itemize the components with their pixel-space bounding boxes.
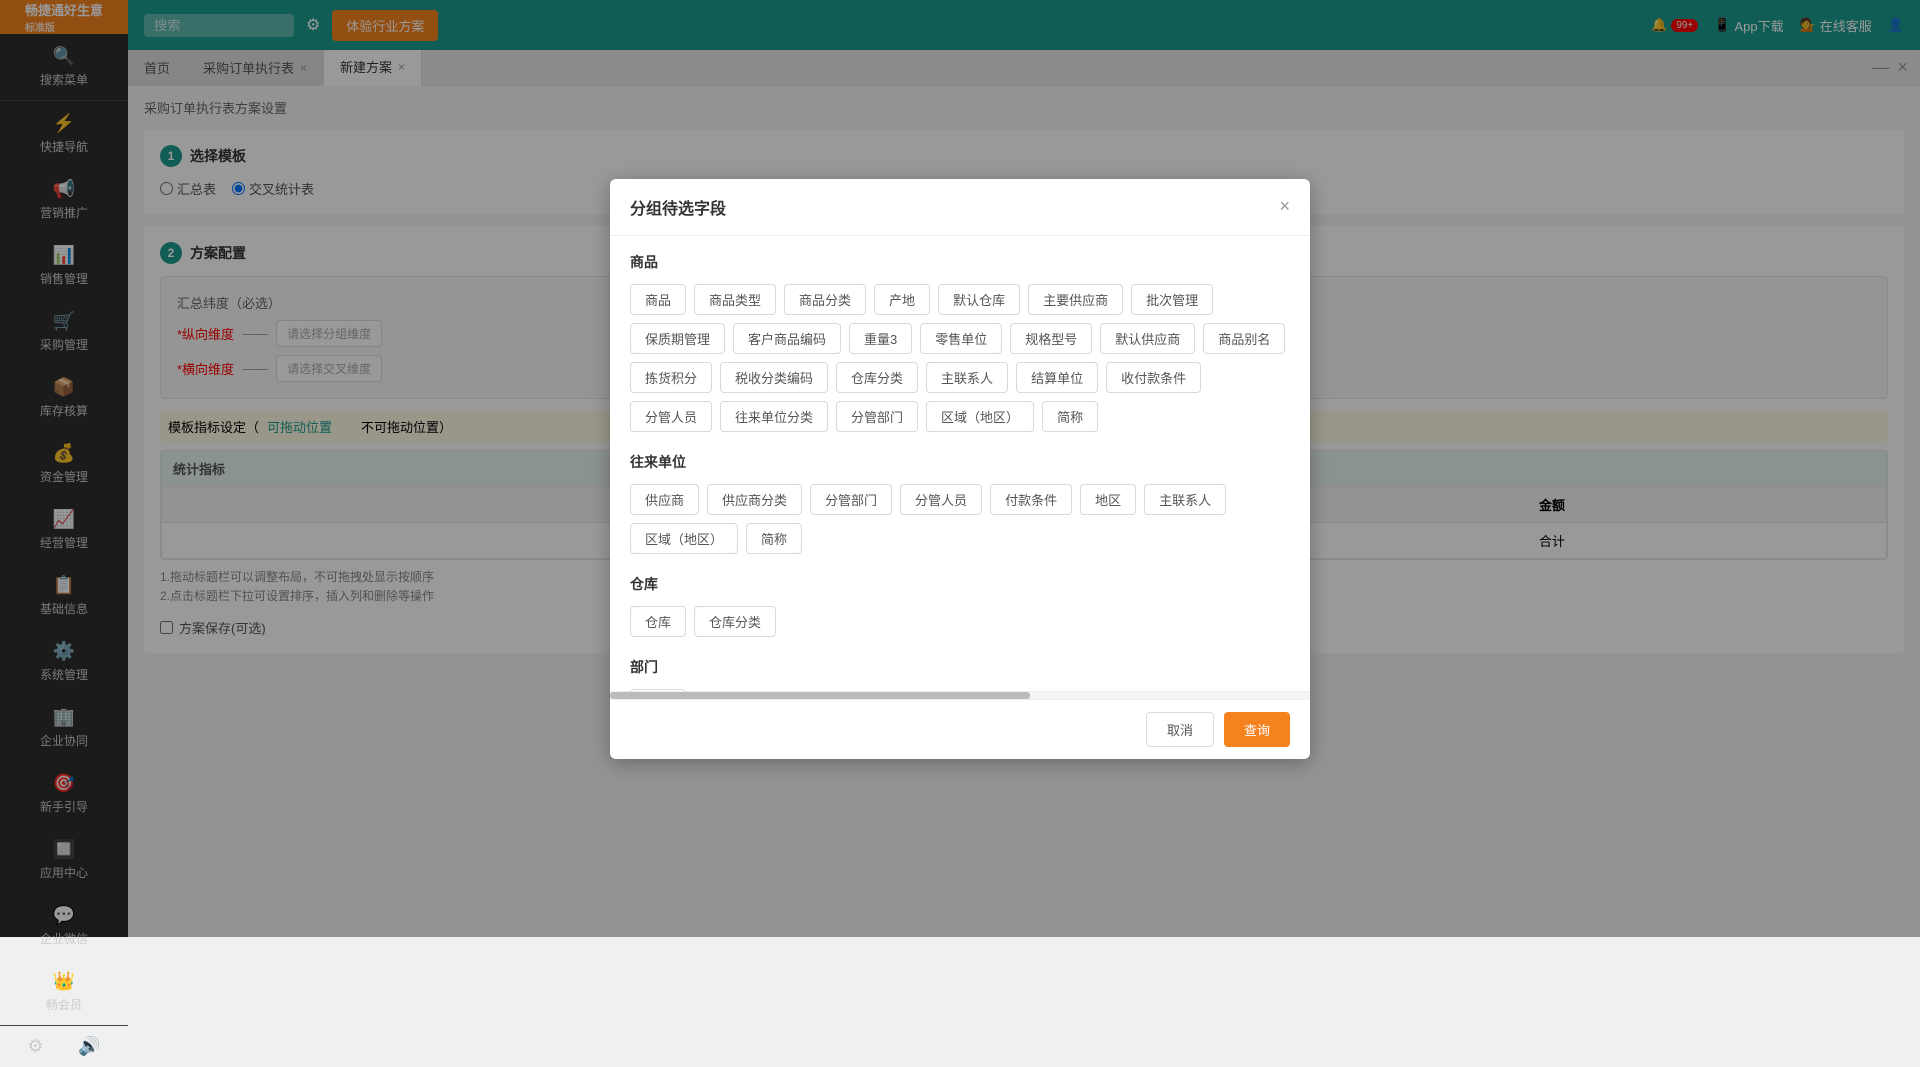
- field-tag[interactable]: 分管部门: [836, 401, 918, 432]
- warehouse-section: 仓库 仓库仓库分类: [630, 574, 1290, 637]
- field-tag[interactable]: 结算单位: [1016, 362, 1098, 393]
- field-tag[interactable]: 收付款条件: [1106, 362, 1201, 393]
- modal-title: 分组待选字段: [630, 195, 726, 219]
- warehouse-section-title: 仓库: [630, 574, 1290, 594]
- field-tag[interactable]: 默认仓库: [938, 284, 1020, 315]
- field-tag[interactable]: 客户商品编码: [733, 323, 841, 354]
- field-tag[interactable]: 分管人员: [900, 484, 982, 515]
- modal-close-icon[interactable]: ×: [1279, 196, 1290, 217]
- field-tag[interactable]: 区域（地区）: [630, 523, 738, 554]
- field-tag[interactable]: 商品分类: [784, 284, 866, 315]
- field-tag[interactable]: 商品: [630, 284, 686, 315]
- field-tag[interactable]: 拣货积分: [630, 362, 712, 393]
- partner-section-title: 往来单位: [630, 452, 1290, 472]
- partner-section: 往来单位 供应商供应商分类分管部门分管人员付款条件地区主联系人区域（地区） 简称: [630, 452, 1290, 554]
- field-tag[interactable]: 仓库: [630, 606, 686, 637]
- field-select-modal: 分组待选字段 × 商品 商品商品类型商品分类产地默认仓库主要供应商批次管理保质期…: [610, 179, 1310, 759]
- field-tag[interactable]: 重量3: [849, 323, 912, 354]
- partner-field-tags: 供应商供应商分类分管部门分管人员付款条件地区主联系人区域（地区） 简称: [630, 484, 1290, 554]
- sidebar-bottom: ⚙ 🔊: [0, 1025, 128, 1067]
- sidebar-item-label: 畅会员: [46, 996, 82, 1013]
- settings-bottom-icon[interactable]: ⚙: [27, 1036, 43, 1057]
- field-tag[interactable]: 零售单位: [920, 323, 1002, 354]
- product-section: 商品 商品商品类型商品分类产地默认仓库主要供应商批次管理保质期管理客户商品编码重…: [630, 252, 1290, 432]
- field-tag[interactable]: 规格型号: [1010, 323, 1092, 354]
- field-tag[interactable]: 供应商: [630, 484, 699, 515]
- department-section-title: 部门: [630, 657, 1290, 677]
- field-tag[interactable]: 地区: [1080, 484, 1136, 515]
- field-tag[interactable]: 批次管理: [1131, 284, 1213, 315]
- field-tag[interactable]: 简称: [746, 523, 802, 554]
- field-tag[interactable]: 保质期管理: [630, 323, 725, 354]
- cancel-button[interactable]: 取消: [1146, 712, 1214, 747]
- modal-overlay: 分组待选字段 × 商品 商品商品类型商品分类产地默认仓库主要供应商批次管理保质期…: [0, 0, 1920, 937]
- warehouse-field-tags: 仓库仓库分类: [630, 606, 1290, 637]
- confirm-button[interactable]: 查询: [1224, 712, 1290, 747]
- field-tag[interactable]: 区域（地区）: [926, 401, 1034, 432]
- field-tag[interactable]: 税收分类编码: [720, 362, 828, 393]
- field-tag[interactable]: 仓库分类: [836, 362, 918, 393]
- field-tag[interactable]: 分管人员: [630, 401, 712, 432]
- audio-bottom-icon[interactable]: 🔊: [78, 1036, 100, 1057]
- field-tag[interactable]: 供应商分类: [707, 484, 802, 515]
- field-tag[interactable]: 商品类型: [694, 284, 776, 315]
- modal-hscroll[interactable]: [610, 691, 1310, 699]
- field-tag[interactable]: 简称: [1042, 401, 1098, 432]
- field-tag[interactable]: 往来单位分类: [720, 401, 828, 432]
- modal-body[interactable]: 商品 商品商品类型商品分类产地默认仓库主要供应商批次管理保质期管理客户商品编码重…: [610, 236, 1310, 691]
- modal-header: 分组待选字段 ×: [610, 179, 1310, 236]
- field-tag[interactable]: 分管部门: [810, 484, 892, 515]
- product-section-title: 商品: [630, 252, 1290, 272]
- sidebar-item-member[interactable]: 👑 畅会员: [0, 959, 128, 1025]
- field-tag[interactable]: 主要供应商: [1028, 284, 1123, 315]
- field-tag[interactable]: 主联系人: [926, 362, 1008, 393]
- field-tag[interactable]: 仓库分类: [694, 606, 776, 637]
- modal-footer: 取消 查询: [610, 699, 1310, 759]
- department-section: 部门 部门: [630, 657, 1290, 691]
- field-tag[interactable]: 付款条件: [990, 484, 1072, 515]
- member-icon: 👑: [53, 971, 75, 992]
- field-tag[interactable]: 商品别名: [1203, 323, 1285, 354]
- field-tag[interactable]: 主联系人: [1144, 484, 1226, 515]
- field-tag[interactable]: 默认供应商: [1100, 323, 1195, 354]
- product-field-tags: 商品商品类型商品分类产地默认仓库主要供应商批次管理保质期管理客户商品编码重量3 零…: [630, 284, 1290, 432]
- field-tag[interactable]: 产地: [874, 284, 930, 315]
